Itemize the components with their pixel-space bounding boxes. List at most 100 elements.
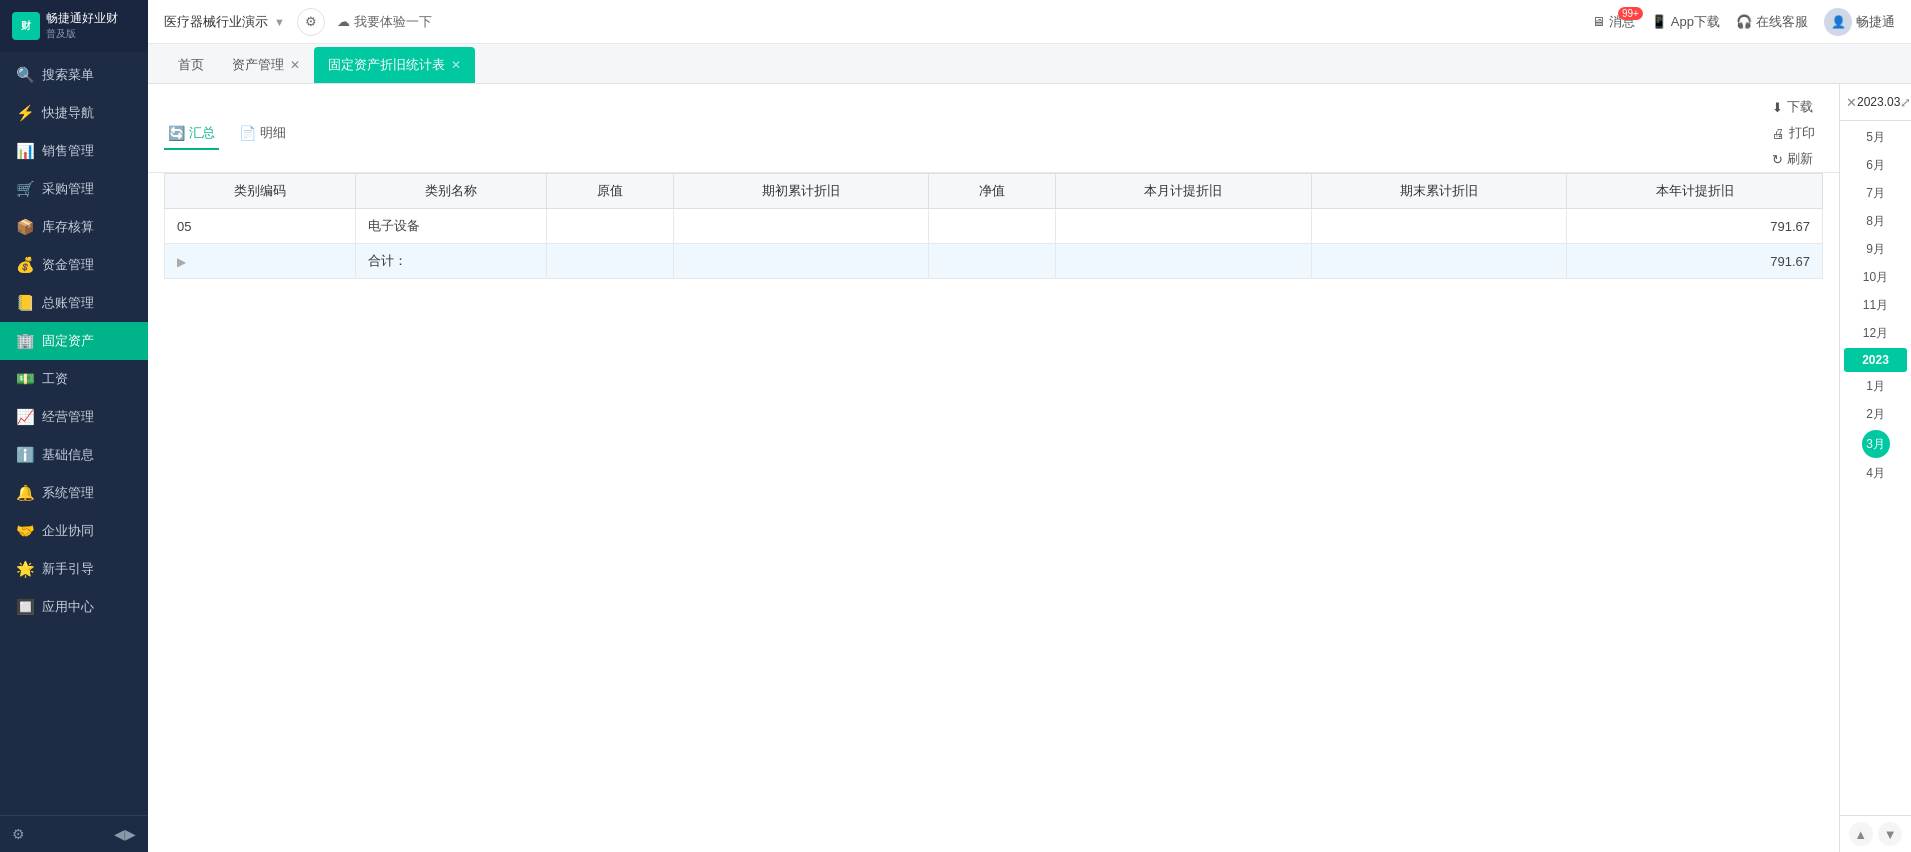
print-button[interactable]: 🖨 打印 bbox=[1764, 120, 1823, 146]
user-name: 畅捷通 bbox=[1856, 13, 1895, 31]
headset-icon: 🎧 bbox=[1736, 14, 1752, 29]
sidebar-item-label: 系统管理 bbox=[42, 484, 94, 502]
customer-service-button[interactable]: 🎧 在线客服 bbox=[1736, 13, 1808, 31]
download-icon: 📱 bbox=[1651, 14, 1667, 29]
download-icon: ⬇ bbox=[1772, 100, 1783, 115]
month-item[interactable]: 1月 bbox=[1844, 373, 1907, 400]
date-panel-expand-button[interactable]: ⤢ bbox=[1900, 92, 1911, 112]
settings-icon[interactable]: ⚙ bbox=[12, 826, 25, 842]
cell-current_month_depreciation bbox=[1056, 209, 1312, 244]
month-item[interactable]: 7月 bbox=[1844, 180, 1907, 207]
table-body: 05电子设备791.67▶合计：791.67 bbox=[165, 209, 1823, 279]
sidebar-item-quick-nav[interactable]: ⚡快捷导航 bbox=[0, 94, 148, 132]
cooperation-icon: 🤝 bbox=[16, 522, 34, 540]
tab-close-icon[interactable]: ✕ bbox=[290, 58, 300, 72]
sidebar-item-ledger[interactable]: 📒总账管理 bbox=[0, 284, 148, 322]
sidebar-item-payroll[interactable]: 💵工资 bbox=[0, 360, 148, 398]
app-download-button[interactable]: 📱 App下载 bbox=[1651, 13, 1720, 31]
notifications-badge: 99+ bbox=[1618, 7, 1643, 20]
fund-icon: 💰 bbox=[16, 256, 34, 274]
data-table: 类别编码类别名称原值期初累计折旧净值本月计提折旧期末累计折旧本年计提折旧 05电… bbox=[164, 173, 1823, 279]
cell-category_code: 05 bbox=[165, 209, 356, 244]
sub-tab-label: 汇总 bbox=[189, 124, 215, 142]
month-item[interactable]: 5月 bbox=[1844, 124, 1907, 151]
table-header-row: 类别编码类别名称原值期初累计折旧净值本月计提折旧期末累计折旧本年计提折旧 bbox=[165, 174, 1823, 209]
col-header-category_name: 类别名称 bbox=[356, 174, 547, 209]
inventory-icon: 📦 bbox=[16, 218, 34, 236]
month-item[interactable]: 9月 bbox=[1844, 236, 1907, 263]
sidebar-item-label: 企业协同 bbox=[42, 522, 94, 540]
tab-asset-mgmt[interactable]: 资产管理 ✕ bbox=[218, 47, 314, 83]
page-content: 🔄汇总 📄明细 ⬇ 下载 🖨 打印 ↻ 刷新 bbox=[148, 84, 1911, 852]
month-item[interactable]: 12月 bbox=[1844, 320, 1907, 347]
payroll-icon: 💵 bbox=[16, 370, 34, 388]
company-selector[interactable]: 医疗器械行业演示 ▼ bbox=[164, 13, 285, 31]
total-expand-icon[interactable]: ▶ bbox=[177, 255, 186, 269]
user-menu[interactable]: 👤 畅捷通 bbox=[1824, 8, 1895, 36]
subtotal-cell-current_year_depreciation: 791.67 bbox=[1567, 244, 1823, 279]
sidebar-nav: 🔍搜索菜单⚡快捷导航📊销售管理🛒采购管理📦库存核算 💰 资金管理 📒总账管理 🏢 固定资产… bbox=[0, 52, 148, 815]
sidebar-item-system[interactable]: 🔔系统管理 bbox=[0, 474, 148, 512]
col-header-category_code: 类别编码 bbox=[165, 174, 356, 209]
date-panel-up-button[interactable]: ▲ bbox=[1849, 822, 1873, 846]
sidebar-bottom: ⚙ ◀▶ bbox=[0, 815, 148, 852]
experience-button[interactable]: ☁ 我要体验一下 bbox=[337, 13, 432, 31]
app-download-label: App下载 bbox=[1671, 13, 1720, 31]
app-center-icon: 🔲 bbox=[16, 598, 34, 616]
month-item[interactable]: 8月 bbox=[1844, 208, 1907, 235]
sub-tabs: 🔄汇总 📄明细 ⬇ 下载 🖨 打印 ↻ 刷新 bbox=[148, 84, 1839, 173]
sidebar-item-sales[interactable]: 📊销售管理 bbox=[0, 132, 148, 170]
sub-tab-summary[interactable]: 🔄汇总 bbox=[164, 118, 219, 150]
date-panel-scroll[interactable]: 5月6月7月8月9月10月11月12月20231月2月3月4月 bbox=[1840, 121, 1911, 815]
download-button[interactable]: ⬇ 下载 bbox=[1764, 94, 1823, 120]
month-item[interactable]: 11月 bbox=[1844, 292, 1907, 319]
sub-tab-detail[interactable]: 📄明细 bbox=[235, 118, 290, 150]
refresh-button[interactable]: ↻ 刷新 bbox=[1764, 146, 1823, 172]
sidebar-item-label: 经营管理 bbox=[42, 408, 94, 426]
col-header-net_value: 净值 bbox=[929, 174, 1056, 209]
month-item[interactable]: 3月 bbox=[1862, 430, 1890, 458]
cell-period_accumulated_depreciation bbox=[673, 209, 929, 244]
purchase-icon: 🛒 bbox=[16, 180, 34, 198]
sidebar-item-operations[interactable]: 📈 经营管理 bbox=[0, 398, 148, 436]
col-header-period_accumulated_depreciation: 期初累计折旧 bbox=[673, 174, 929, 209]
sidebar-item-basic-info[interactable]: ℹ️基础信息 bbox=[0, 436, 148, 474]
fixed-assets-icon: 🏢 bbox=[16, 332, 34, 350]
tab-home[interactable]: 首页 bbox=[164, 47, 218, 83]
operations-icon: 📈 bbox=[16, 408, 34, 426]
month-item[interactable]: 10月 bbox=[1844, 264, 1907, 291]
cell-original_value bbox=[547, 209, 674, 244]
company-name: 医疗器械行业演示 bbox=[164, 13, 268, 31]
sidebar-item-label: 快捷导航 bbox=[42, 104, 94, 122]
logo-sub: 普及版 bbox=[46, 27, 118, 41]
sidebar-item-label: 固定资产 bbox=[42, 332, 94, 350]
year-label[interactable]: 2023 bbox=[1844, 348, 1907, 372]
sidebar-item-search[interactable]: 🔍搜索菜单 bbox=[0, 56, 148, 94]
cell-category_name: 电子设备 bbox=[356, 209, 547, 244]
sidebar-item-guide[interactable]: 🌟新手引导 bbox=[0, 550, 148, 588]
tab-fixed-assets-depreciation[interactable]: 固定资产折旧统计表✕ bbox=[314, 47, 475, 83]
sidebar-item-label: 资金管理 bbox=[42, 256, 94, 274]
sub-tab-label: 明细 bbox=[260, 124, 286, 142]
refresh-label: 刷新 bbox=[1787, 150, 1813, 168]
collapse-icon[interactable]: ◀▶ bbox=[114, 826, 136, 842]
month-item[interactable]: 2月 bbox=[1844, 401, 1907, 428]
sales-icon: 📊 bbox=[16, 142, 34, 160]
topbar-settings-button[interactable]: ⚙ bbox=[297, 8, 325, 36]
tab-close-icon[interactable]: ✕ bbox=[451, 58, 461, 72]
sidebar-item-cooperation[interactable]: 🤝 企业协同 bbox=[0, 512, 148, 550]
sidebar-item-app-center[interactable]: 🔲应用中心 bbox=[0, 588, 148, 626]
sidebar-item-inventory[interactable]: 📦库存核算 bbox=[0, 208, 148, 246]
date-panel-close-button[interactable]: ✕ bbox=[1846, 92, 1857, 112]
sidebar-item-fixed-assets[interactable]: 🏢 固定资产 bbox=[0, 322, 148, 360]
tab-label: 资产管理 bbox=[232, 56, 284, 74]
ledger-icon: 📒 bbox=[16, 294, 34, 312]
notifications-button[interactable]: 🖥 消息 99+ bbox=[1592, 13, 1635, 31]
logo-name: 畅捷通好业财 bbox=[46, 11, 118, 27]
month-item[interactable]: 6月 bbox=[1844, 152, 1907, 179]
date-panel-down-button[interactable]: ▼ bbox=[1878, 822, 1902, 846]
sidebar-item-purchase[interactable]: 🛒采购管理 bbox=[0, 170, 148, 208]
month-item[interactable]: 4月 bbox=[1844, 460, 1907, 487]
sidebar-item-fund[interactable]: 💰 资金管理 bbox=[0, 246, 148, 284]
cell-period_end_accumulated_depreciation bbox=[1311, 209, 1567, 244]
